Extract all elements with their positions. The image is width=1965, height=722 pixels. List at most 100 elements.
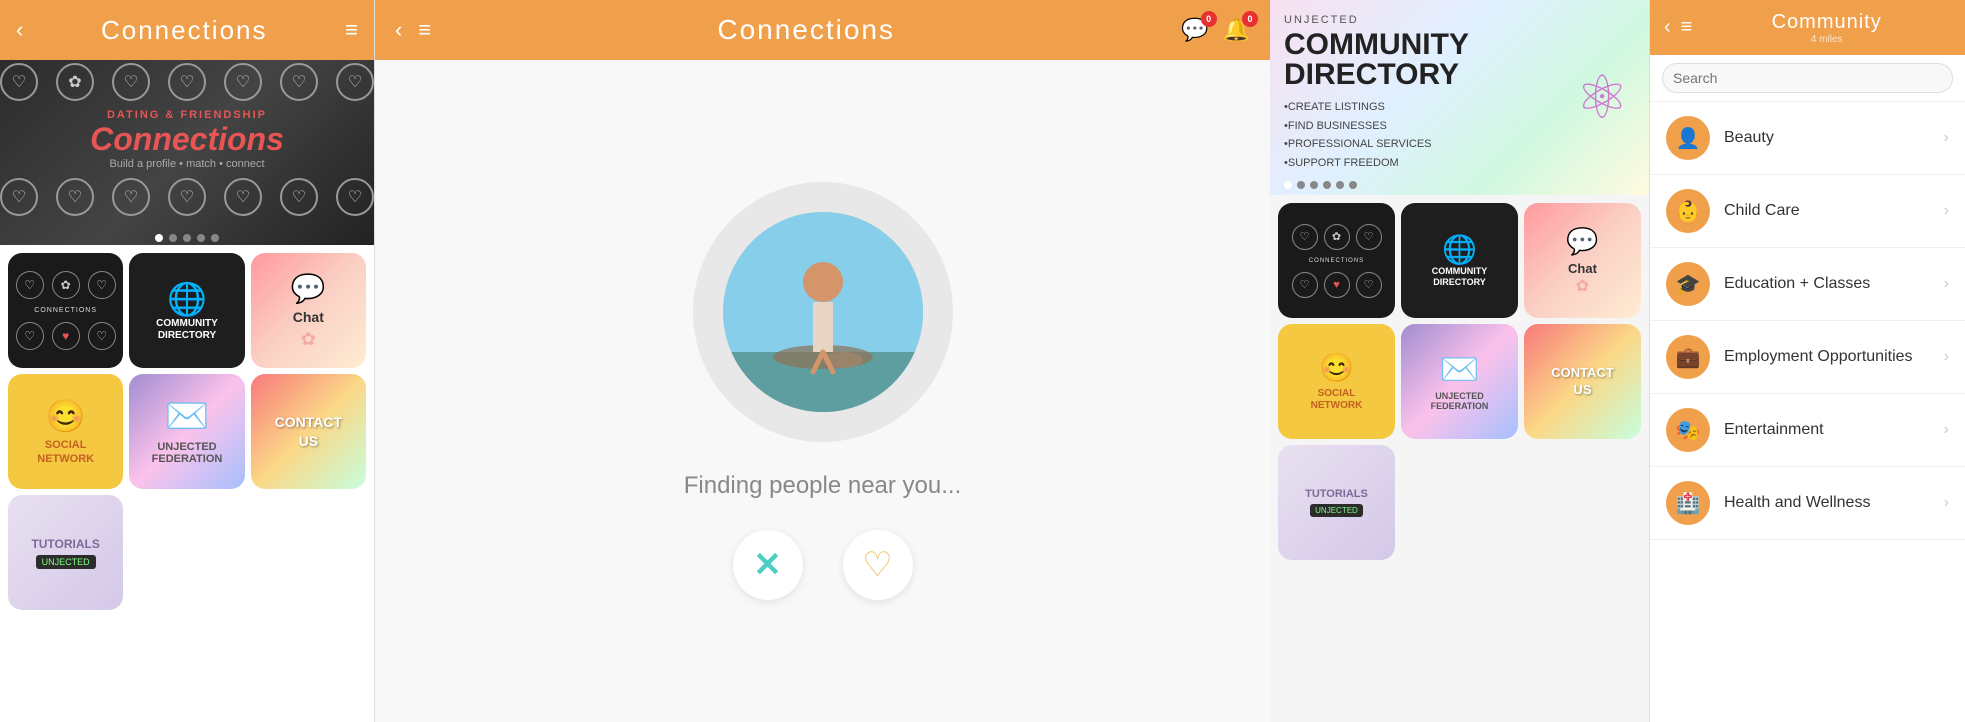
sidebar-menu-icon[interactable]: ≡ — [1681, 16, 1693, 39]
rm-tile-contact[interactable]: CONTACTUS — [1524, 324, 1641, 439]
app-tile-referral[interactable]: ✉️ UNJECTEDFEDERATION — [129, 374, 244, 489]
left-header: ‹ Connections ≡ — [0, 0, 374, 60]
center-panel: ‹ ≡ Connections 💬 0 🔔 0 — [375, 0, 1270, 722]
chat-notification-button[interactable]: 💬 0 — [1181, 17, 1208, 43]
center-main: Finding people near you... ✕ ♡ — [375, 60, 1270, 722]
sidebar-title: Community — [1702, 11, 1951, 34]
rm-chat-star: ✿ — [1576, 276, 1589, 296]
rm-directory-label: COMMUNITYDIRECTORY — [1432, 266, 1488, 288]
x-icon: ✕ — [753, 545, 782, 585]
rm-tile-chat[interactable]: 💬 Chat ✿ — [1524, 203, 1641, 318]
dot-4[interactable] — [197, 234, 205, 242]
right-sidebar: ‹ ≡ Community 4 miles 👤 Beauty › 👶 Child… — [1650, 0, 1965, 722]
tutorials-label: TUTORIALS — [31, 537, 99, 551]
chat-label: Chat — [293, 309, 324, 325]
banner-icon-b4: ♡ — [168, 178, 206, 216]
banner-icon-row-2: ♡ ♡ ♡ ♡ ♡ ♡ ♡ — [0, 178, 374, 216]
rm-tile-tutorials[interactable]: TUTORIALS UNJECTED — [1278, 445, 1395, 560]
social-emoji-icon: 😊 — [46, 397, 86, 435]
employment-icon: 💼 — [1666, 335, 1710, 379]
search-input[interactable] — [1662, 63, 1953, 93]
rm-referral-label: UNJECTEDFEDERATION — [1428, 388, 1492, 414]
rm-tile-directory[interactable]: 🌐 COMMUNITYDIRECTORY — [1401, 203, 1518, 318]
rm-tile-social[interactable]: 😊 SOCIALNETWORK — [1278, 324, 1395, 439]
entertainment-chevron: › — [1944, 421, 1949, 439]
banner-icon-1: ♡ — [0, 63, 38, 101]
banner-icon-b7: ♡ — [336, 178, 374, 216]
rm-tile-connections[interactable]: ♡ ✿ ♡ CONNECTIONS ♡ ♥ ♡ — [1278, 203, 1395, 318]
app-tile-directory[interactable]: 🌐 COMMUNITYDIRECTORY — [129, 253, 244, 368]
rdot-4[interactable] — [1323, 181, 1331, 189]
sidebar-item-beauty[interactable]: 👤 Beauty › — [1650, 102, 1965, 175]
app-tile-social[interactable]: 😊 SOCIALNETWORK — [8, 374, 123, 489]
left-back-icon[interactable]: ‹ — [16, 17, 23, 43]
chat-bubble-icon: 💬 — [291, 272, 326, 305]
rdot-2[interactable] — [1297, 181, 1305, 189]
chat-star-icon: ✿ — [301, 329, 316, 350]
rdot-6[interactable] — [1349, 181, 1357, 189]
connections-mini-title: CONNECTIONS — [34, 307, 97, 314]
left-panel: ‹ Connections ≡ ♡ ✿ ♡ ♡ ♡ ♡ ♡ DATING & F… — [0, 0, 375, 722]
profile-photo — [723, 212, 923, 412]
connections-tagline: Build a profile • match • connect — [90, 158, 284, 170]
sidebar-search-container — [1650, 55, 1965, 102]
center-menu-icon[interactable]: ≡ — [418, 17, 431, 43]
referral-envelope-icon: ✉️ — [165, 395, 210, 437]
rm-referral-envelope: ✉️ — [1440, 350, 1480, 388]
child-care-label: Child Care — [1724, 202, 1930, 220]
banner-icon-row: ♡ ✿ ♡ ♡ ♡ ♡ ♡ — [0, 63, 374, 101]
app-tile-connections[interactable]: ♡ ✿ ♡ CONNECTIONS ♡ ♥ ♡ — [8, 253, 123, 368]
education-icon: 🎓 — [1666, 262, 1710, 306]
rm-social-label: SOCIALNETWORK — [1311, 388, 1363, 412]
app-tile-contact[interactable]: CONTACTUS — [251, 374, 366, 489]
banner-icon-7: ♡ — [336, 63, 374, 101]
sidebar-back-icon[interactable]: ‹ — [1664, 16, 1671, 39]
rm-tile-referral[interactable]: ✉️ UNJECTEDFEDERATION — [1401, 324, 1518, 439]
education-chevron: › — [1944, 275, 1949, 293]
directory-title: COMMUNITYDIRECTORY — [156, 318, 218, 342]
sidebar-item-employment[interactable]: 💼 Employment Opportunities › — [1650, 321, 1965, 394]
banner-icon-5: ♡ — [224, 63, 262, 101]
left-banner: ♡ ✿ ♡ ♡ ♡ ♡ ♡ DATING & FRIENDSHIP Connec… — [0, 60, 374, 245]
left-header-title: Connections — [23, 15, 345, 46]
dot-1[interactable] — [155, 234, 163, 242]
sidebar-item-education[interactable]: 🎓 Education + Classes › — [1650, 248, 1965, 321]
connections-title: Connections — [90, 121, 284, 158]
dot-5[interactable] — [211, 234, 219, 242]
sidebar-subtitle: 4 miles — [1702, 34, 1951, 45]
sidebar-item-entertainment[interactable]: 🎭 Entertainment › — [1650, 394, 1965, 467]
rdot-3[interactable] — [1310, 181, 1318, 189]
heart-icon: ♡ — [862, 545, 892, 585]
rm-globe-icon: 🌐 — [1442, 233, 1477, 266]
rdot-5[interactable] — [1336, 181, 1344, 189]
right-mid-app-grid: ♡ ✿ ♡ CONNECTIONS ♡ ♥ ♡ 🌐 COMMUNITYDIREC… — [1270, 195, 1649, 568]
bell-notification-button[interactable]: 🔔 0 — [1223, 17, 1250, 43]
app-tile-chat[interactable]: 💬 Chat ✿ — [251, 253, 366, 368]
referral-label: UNJECTEDFEDERATION — [148, 437, 227, 469]
banner-unjected: UNJECTED — [1284, 14, 1635, 26]
globe-icon: 🌐 — [167, 280, 207, 318]
dot-2[interactable] — [169, 234, 177, 242]
tutorials-badge: UNJECTED — [36, 555, 96, 569]
social-label: SOCIALNETWORK — [37, 439, 94, 465]
center-back-icon[interactable]: ‹ — [395, 17, 402, 43]
dot-3[interactable] — [183, 234, 191, 242]
rdot-1[interactable] — [1284, 181, 1292, 189]
banner-icon-b6: ♡ — [280, 178, 318, 216]
rm-contact-label: CONTACTUS — [1551, 365, 1614, 399]
dislike-button[interactable]: ✕ — [733, 530, 803, 600]
child-care-chevron: › — [1944, 202, 1949, 220]
like-button[interactable]: ♡ — [843, 530, 913, 600]
contact-label: CONTACTUS — [275, 413, 342, 449]
health-icon: 🏥 — [1666, 481, 1710, 525]
app-tile-tutorials[interactable]: TUTORIALS UNJECTED — [8, 495, 123, 610]
beauty-chevron: › — [1944, 129, 1949, 147]
rm-tutorials-badge: UNJECTED — [1310, 504, 1363, 517]
finding-text: Finding people near you... — [684, 472, 962, 500]
sidebar-item-health[interactable]: 🏥 Health and Wellness › — [1650, 467, 1965, 540]
center-header-right: 💬 0 🔔 0 — [1181, 17, 1250, 43]
sidebar-item-child-care[interactable]: 👶 Child Care › — [1650, 175, 1965, 248]
banner-icon-6: ♡ — [280, 63, 318, 101]
beauty-icon: 👤 — [1666, 116, 1710, 160]
left-menu-icon[interactable]: ≡ — [345, 17, 358, 43]
